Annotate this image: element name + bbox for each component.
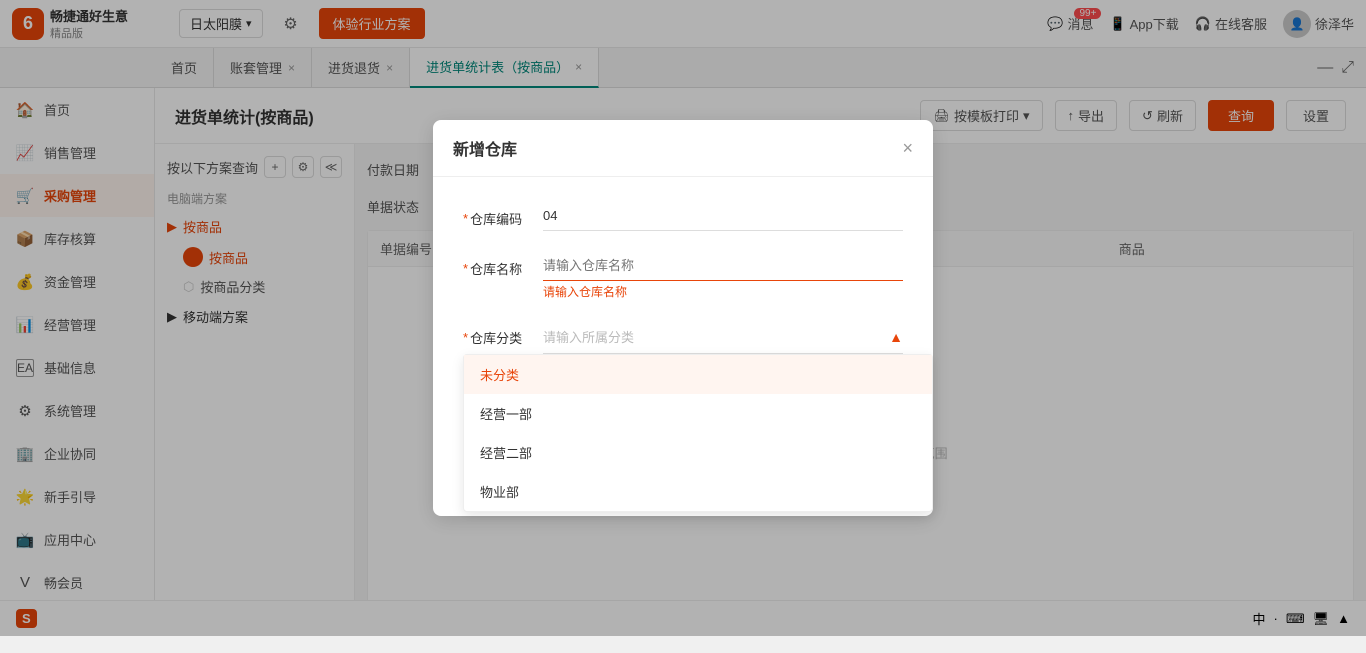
form-row-name: * 仓库名称 请输入仓库名称 xyxy=(463,251,903,300)
category-placeholder: 请输入所属分类 xyxy=(543,327,634,346)
modal-close-button[interactable]: × xyxy=(902,138,913,159)
warehouse-name-input[interactable] xyxy=(543,251,903,281)
chevron-up-icon: ▲ xyxy=(889,329,903,345)
required-mark: * xyxy=(463,261,468,276)
name-error-message: 请输入仓库名称 xyxy=(543,283,903,300)
name-label: * 仓库名称 xyxy=(463,251,543,278)
dropdown-item-unclassified[interactable]: 未分类 xyxy=(464,355,932,394)
modal-header: 新增仓库 × xyxy=(433,120,933,177)
modal-body: * 仓库编码 * 仓库名称 请输入仓库名称 xyxy=(433,177,933,448)
category-dropdown[interactable]: 请输入所属分类 ▲ xyxy=(543,320,903,354)
category-label: * 仓库分类 xyxy=(463,320,543,347)
warehouse-code-input[interactable] xyxy=(543,201,903,231)
category-dropdown-list: 未分类 经营一部 经营二部 物业部 xyxy=(463,354,933,512)
dropdown-item-dept3[interactable]: 物业部 xyxy=(464,472,932,511)
code-field-container xyxy=(543,201,903,231)
code-label: * 仓库编码 xyxy=(463,201,543,228)
new-warehouse-modal: 新增仓库 × * 仓库编码 * 仓库名称 xyxy=(433,120,933,516)
modal-title: 新增仓库 xyxy=(453,136,517,160)
form-row-category: * 仓库分类 请输入所属分类 ▲ 未分类 经营一部 经营二部 物业部 xyxy=(463,320,903,354)
category-field-container: 请输入所属分类 ▲ 未分类 经营一部 经营二部 物业部 xyxy=(543,320,903,354)
form-row-code: * 仓库编码 xyxy=(463,201,903,231)
modal-overlay: 新增仓库 × * 仓库编码 * 仓库名称 xyxy=(0,0,1366,636)
dropdown-item-dept1[interactable]: 经营一部 xyxy=(464,394,932,433)
name-field-container: 请输入仓库名称 xyxy=(543,251,903,300)
required-mark: * xyxy=(463,330,468,345)
required-mark: * xyxy=(463,211,468,226)
dropdown-item-dept2[interactable]: 经营二部 xyxy=(464,433,932,472)
